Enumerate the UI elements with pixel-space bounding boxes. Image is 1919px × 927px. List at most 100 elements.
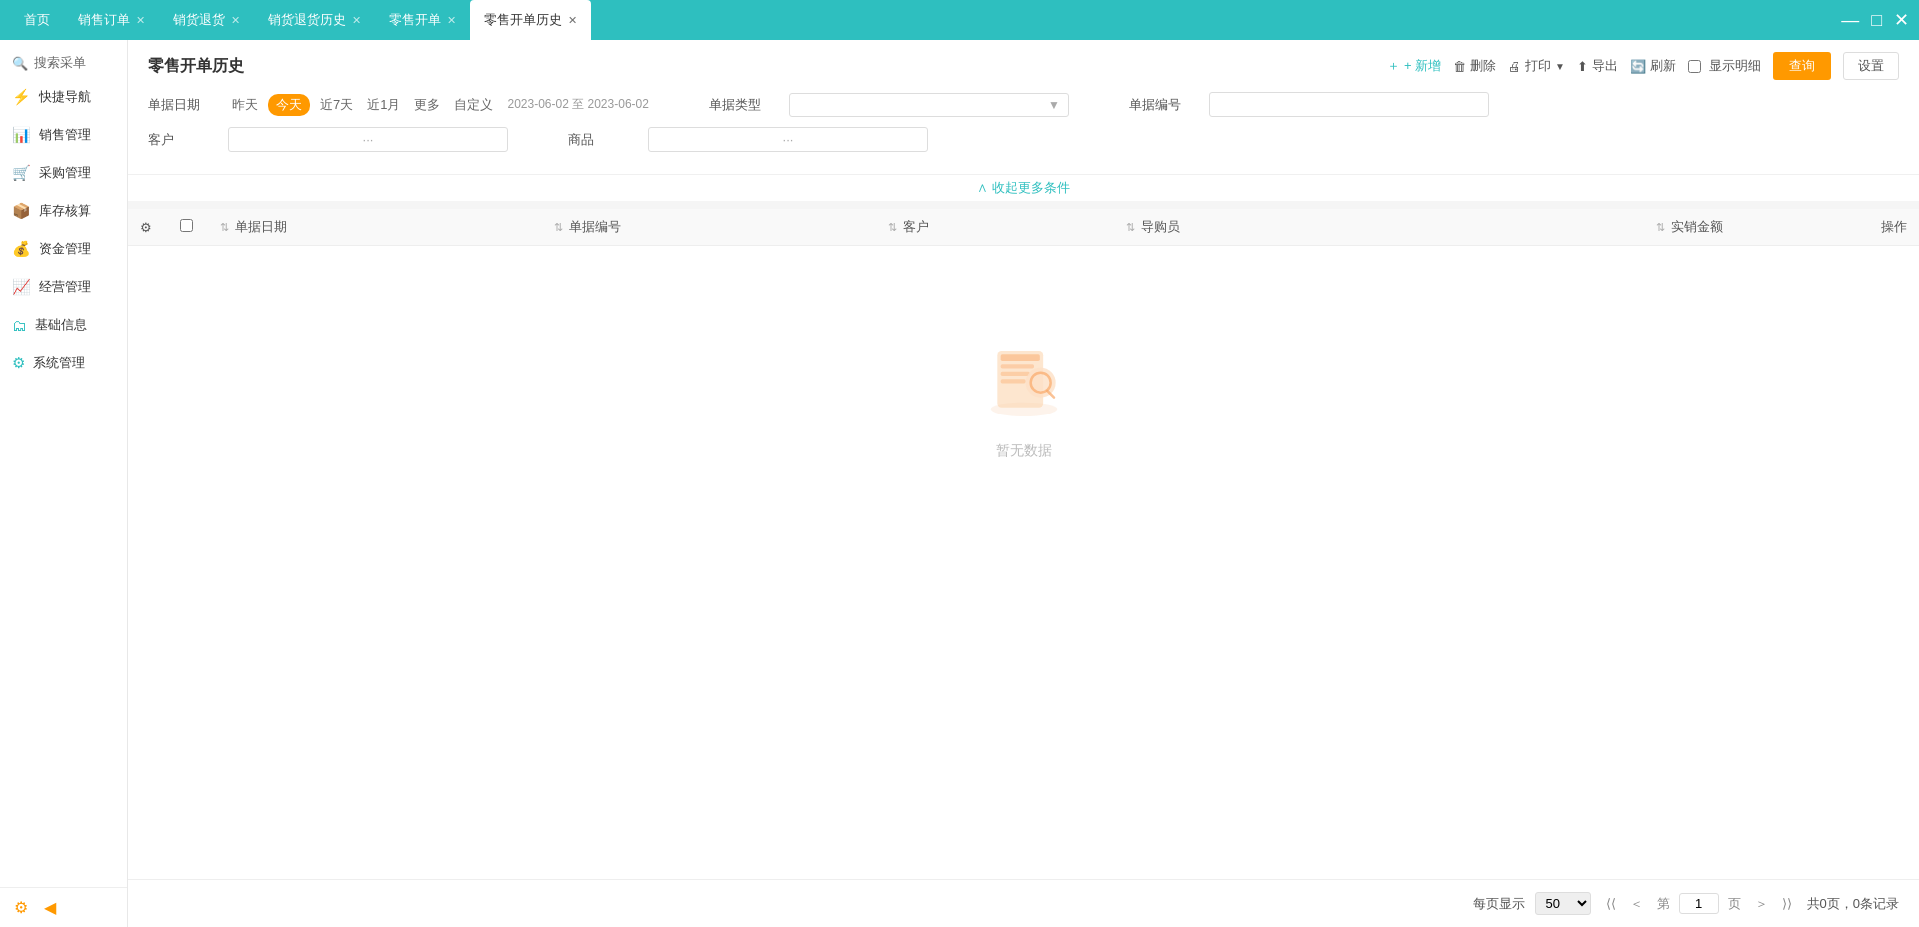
purchase-icon: 🛒 [12,164,31,182]
date-range-display: 2023-06-02 至 2023-06-02 [507,96,648,113]
export-icon: ⬆ [1577,59,1588,74]
page-nav: ⟨⟨ ＜ 第 页 ＞ ⟩⟩ [1601,893,1797,915]
sidebar-item-inventory[interactable]: 📦 库存核算 [0,192,127,230]
search-icon: 🔍 [12,56,28,71]
empty-illustration [974,326,1074,426]
main-layout: 🔍 搜索采单 ⚡ 快捷导航 📊 销售管理 🛒 采购管理 📦 库存核算 💰 资金管… [0,40,1919,927]
refresh-button[interactable]: 🔄 刷新 [1630,57,1676,75]
print-button[interactable]: 🖨 打印 ▼ [1508,57,1565,75]
window-maximize[interactable]: □ [1871,10,1882,31]
sidebar-item-quick-nav[interactable]: ⚡ 快捷导航 [0,78,127,116]
tab-sales-order[interactable]: 销售订单 ✕ [64,0,159,40]
settings-button[interactable]: 设置 [1843,52,1899,80]
svg-rect-3 [1000,364,1033,368]
date-opt-custom[interactable]: 自定义 [450,94,497,116]
display-detail-checkbox[interactable] [1688,60,1701,73]
number-input[interactable] [1209,92,1489,117]
per-page-label: 每页显示 [1473,895,1525,913]
delete-button[interactable]: 🗑 删除 [1453,57,1496,75]
window-close[interactable]: ✕ [1894,9,1909,31]
table-header-row: ⚙ ⇅ 单据日期 ⇅ 单据编号 [128,209,1919,246]
page-last-btn[interactable]: ⟩⟩ [1777,894,1797,913]
goods-input[interactable]: ··· [648,127,928,152]
sidebar-item-finance[interactable]: 💰 资金管理 [0,230,127,268]
sidebar-item-operations[interactable]: 📈 经营管理 [0,268,127,306]
tab-sales-return[interactable]: 销货退货 ✕ [159,0,254,40]
data-table: ⚙ ⇅ 单据日期 ⇅ 单据编号 [128,209,1919,246]
collapse-bar[interactable]: ∧ 收起更多条件 [128,174,1919,201]
col-customer[interactable]: ⇅ 客户 [876,209,1114,246]
col-date[interactable]: ⇅ 单据日期 [208,209,542,246]
tab-retail-order[interactable]: 零售开单 ✕ [375,0,470,40]
page-label: 第 [1652,893,1675,915]
type-dropdown-icon: ▼ [1048,98,1060,112]
sidebar-item-basic-info[interactable]: 🗂 基础信息 [0,306,127,344]
date-opt-more[interactable]: 更多 [410,94,444,116]
page-unit: 页 [1723,893,1746,915]
window-minimize[interactable]: — [1841,10,1859,31]
col-checkbox[interactable] [168,209,208,246]
date-options: 昨天 今天 近7天 近1月 更多 自定义 2023-06-02 至 2023-0… [228,94,649,116]
svg-rect-5 [1000,379,1025,383]
tab-sales-return-history[interactable]: 销货退货历史 ✕ [254,0,375,40]
page-next-btn[interactable]: ＞ [1750,893,1773,915]
col-guide[interactable]: ⇅ 导购员 [1114,209,1400,246]
date-opt-today[interactable]: 今天 [268,94,310,116]
sidebar-settings-icon[interactable]: ⚙ [14,898,28,917]
date-opt-yesterday[interactable]: 昨天 [228,94,262,116]
page-title: 零售开单历史 [148,56,244,77]
filter-row-1: 单据日期 昨天 今天 近7天 近1月 更多 自定义 2023-06-02 至 2… [148,92,1899,117]
add-button[interactable]: ＋ + 新增 [1387,57,1441,75]
sidebar-item-system[interactable]: ⚙ 系统管理 [0,344,127,382]
tab-homepage[interactable]: 首页 [10,0,64,40]
col-action: 操作 [1735,209,1919,246]
tab-close-retail-history[interactable]: ✕ [568,14,577,27]
table-section: ⚙ ⇅ 单据日期 ⇅ 单据编号 [128,209,1919,879]
sidebar-bottom: ⚙ ◀ [0,887,127,927]
tab-close-sales-return[interactable]: ✕ [231,14,240,27]
query-button[interactable]: 查询 [1773,52,1831,80]
sidebar-item-sales[interactable]: 📊 销售管理 [0,116,127,154]
table-settings-icon[interactable]: ⚙ [140,220,152,235]
refresh-icon: 🔄 [1630,59,1646,74]
svg-rect-2 [1000,354,1039,361]
svg-rect-4 [1000,372,1029,376]
delete-icon: 🗑 [1453,59,1466,74]
tab-close-sales-return-history[interactable]: ✕ [352,14,361,27]
tab-close-sales-order[interactable]: ✕ [136,14,145,27]
per-page-select[interactable]: 50 10 20 100 [1535,892,1591,915]
empty-text: 暂无数据 [996,442,1052,460]
operations-icon: 📈 [12,278,31,296]
pagination: 每页显示 50 10 20 100 ⟨⟨ ＜ 第 页 ＞ ⟩⟩ 共0页，0条记录 [128,879,1919,927]
basic-info-icon: 🗂 [12,317,27,334]
select-all-checkbox[interactable] [180,219,193,232]
export-button[interactable]: ⬆ 导出 [1577,57,1618,75]
page-header: 零售开单历史 ＋ + 新增 🗑 删除 🖨 打印 ▼ ⬆ 导出 [128,40,1919,80]
col-number[interactable]: ⇅ 单据编号 [542,209,876,246]
sidebar-search[interactable]: 🔍 搜索采单 [0,48,127,78]
type-select[interactable]: ▼ [789,93,1069,117]
add-icon: ＋ [1387,57,1400,75]
content-area: 零售开单历史 ＋ + 新增 🗑 删除 🖨 打印 ▼ ⬆ 导出 [128,40,1919,927]
toolbar: ＋ + 新增 🗑 删除 🖨 打印 ▼ ⬆ 导出 🔄 [1387,52,1899,80]
date-opt-7days[interactable]: 近7天 [316,94,357,116]
sidebar-item-purchase[interactable]: 🛒 采购管理 [0,154,127,192]
tab-close-retail-order[interactable]: ✕ [447,14,456,27]
filter-area: 单据日期 昨天 今天 近7天 近1月 更多 自定义 2023-06-02 至 2… [128,80,1919,174]
sort-customer-icon: ⇅ [888,221,897,233]
finance-icon: 💰 [12,240,31,258]
sort-amount-icon: ⇅ [1656,221,1665,233]
number-label: 单据编号 [1129,96,1189,114]
page-input[interactable] [1679,893,1719,914]
sales-icon: 📊 [12,126,31,144]
sidebar-collapse-icon[interactable]: ◀ [44,898,56,917]
display-detail-button[interactable]: 显示明细 [1688,57,1761,75]
date-opt-1month[interactable]: 近1月 [363,94,404,116]
date-label: 单据日期 [148,96,208,114]
customer-input[interactable]: ··· [228,127,508,152]
page-first-btn[interactable]: ⟨⟨ [1601,894,1621,913]
col-amount[interactable]: ⇅ 实销金额 [1401,209,1735,246]
col-settings[interactable]: ⚙ [128,209,168,246]
tab-retail-order-history[interactable]: 零售开单历史 ✕ [470,0,591,40]
page-prev-btn[interactable]: ＜ [1625,893,1648,915]
